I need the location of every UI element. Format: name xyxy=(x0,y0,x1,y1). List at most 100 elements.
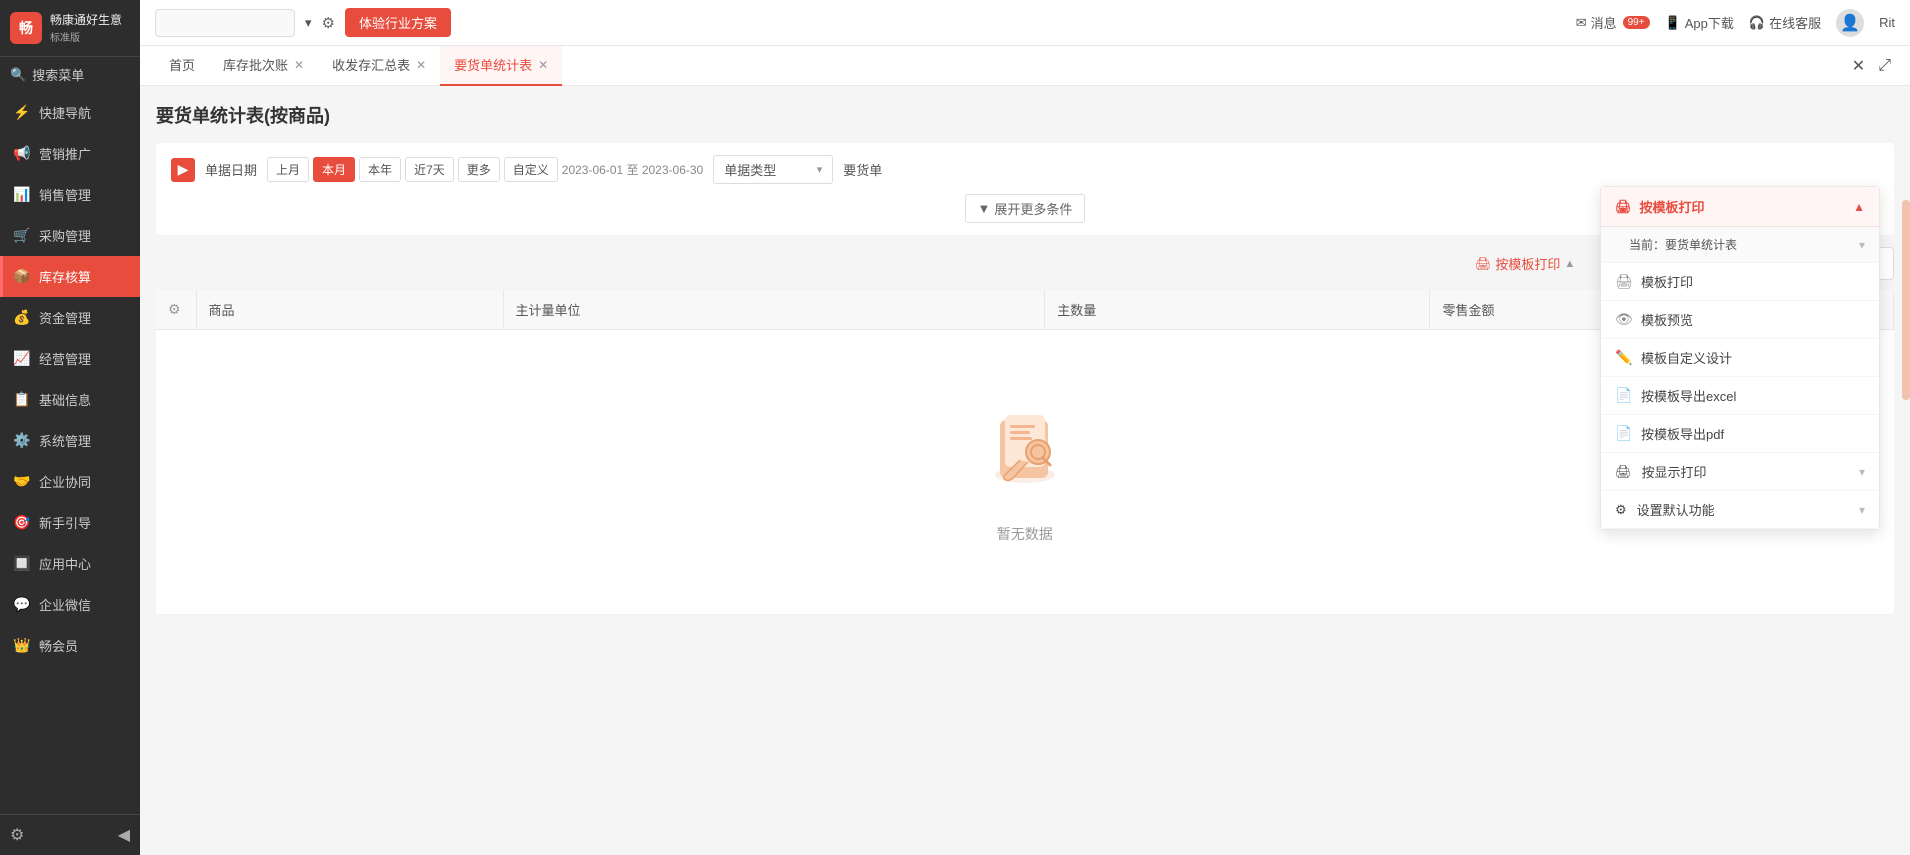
page-title: 要货单统计表(按商品) xyxy=(156,102,1894,128)
messages-action[interactable]: ✉ 消息 99+ xyxy=(1576,13,1650,32)
sidebar-item-label: 经营管理 xyxy=(39,349,91,368)
expand-down-icon: ▼ xyxy=(978,201,991,216)
tab-order-stats[interactable]: 要货单统计表 ✕ xyxy=(440,46,562,86)
header-dropdown[interactable]: ▾ xyxy=(305,15,312,31)
sidebar-item-label: 采购管理 xyxy=(39,226,91,245)
goods-filter-label: 要货单 xyxy=(843,160,882,179)
table-header-unit: 主计量单位 xyxy=(503,290,1045,330)
close-tab-btn[interactable]: ✕ xyxy=(1848,52,1869,80)
dropdown-item-export-pdf[interactable]: 📄 按模板导出pdf xyxy=(1601,415,1879,453)
tab-inventory-batch-label: 库存批次账 xyxy=(223,55,288,74)
dropdown-header[interactable]: 🖨 按模板打印 ▲ xyxy=(1601,187,1879,227)
online-service-label: 在线客服 xyxy=(1769,13,1821,32)
avatar[interactable]: 👤 xyxy=(1836,9,1864,37)
app-logo: 畅 畅康通好生意 标准版 xyxy=(0,0,140,57)
date-btn-more[interactable]: 更多 xyxy=(458,157,500,182)
sidebar-search-label: 搜索菜单 xyxy=(32,65,84,84)
settings-footer-icon[interactable]: ⚙ xyxy=(10,825,24,845)
dropdown-collapse-icon[interactable]: ▲ xyxy=(1853,200,1865,214)
header-right: ✉ 消息 99+ 📱 App下载 🎧 在线客服 👤 Rit xyxy=(1576,9,1895,37)
dropdown-item-template-design[interactable]: ✏️ 模板自定义设计 xyxy=(1601,339,1879,377)
basic-icon: 📋 xyxy=(13,391,31,409)
dropdown-sub-display-print[interactable]: 🖨 按显示打印 ▾ xyxy=(1601,453,1879,491)
sidebar-item-marketing[interactable]: 📢 营销推广 xyxy=(0,133,140,174)
trial-button[interactable]: 体验行业方案 xyxy=(345,8,451,37)
tab-inventory-batch-close[interactable]: ✕ xyxy=(294,58,304,72)
sidebar-item-system[interactable]: ⚙️ 系统管理 xyxy=(0,420,140,461)
sidebar-item-member[interactable]: 👑 畅会员 xyxy=(0,625,140,666)
sidebar-item-apps[interactable]: 🔲 应用中心 xyxy=(0,543,140,584)
print-icon: 🖨 xyxy=(1475,256,1492,272)
sidebar-item-label: 营销推广 xyxy=(39,144,91,163)
marketing-icon: 📢 xyxy=(13,145,31,163)
sidebar-item-collab[interactable]: 🤝 企业协同 xyxy=(0,461,140,502)
date-filter-group: 上月 本月 本年 近7天 更多 自定义 2023-06-01 至 2023-06… xyxy=(267,157,703,182)
sidebar-item-label: 新手引导 xyxy=(39,513,91,532)
sidebar-item-guide[interactable]: 🎯 新手引导 xyxy=(0,502,140,543)
tab-summary-close[interactable]: ✕ xyxy=(416,58,426,72)
header-search-input[interactable] xyxy=(155,9,295,37)
sidebar-search[interactable]: 🔍 搜索菜单 xyxy=(0,57,140,92)
collab-icon: 🤝 xyxy=(13,473,31,491)
sidebar-item-label: 销售管理 xyxy=(39,185,91,204)
dropdown-sub-default-settings[interactable]: ⚙ 设置默认功能 ▾ xyxy=(1601,491,1879,529)
messages-label: 消息 xyxy=(1591,13,1617,32)
sidebar-item-label: 基础信息 xyxy=(39,390,91,409)
date-btn-this-month[interactable]: 本月 xyxy=(313,157,355,182)
sidebar-item-label: 快捷导航 xyxy=(39,103,91,122)
table-header-quantity: 主数量 xyxy=(1045,290,1430,330)
sidebar-item-sales[interactable]: 📊 销售管理 xyxy=(0,174,140,215)
export-excel-icon: 📄 xyxy=(1615,387,1631,404)
tab-home-label: 首页 xyxy=(169,55,195,74)
dropdown-title: 按模板打印 xyxy=(1640,197,1705,216)
dropdown-item-label: 模板预览 xyxy=(1641,310,1693,329)
dropdown-current-arrow-icon: ▾ xyxy=(1859,238,1865,252)
sales-icon: 📊 xyxy=(13,186,31,204)
dropdown-sub-label: 设置默认功能 xyxy=(1637,500,1715,519)
print-template-button[interactable]: 🖨 按模板打印 ▲ xyxy=(1463,249,1587,278)
date-btn-last-month[interactable]: 上月 xyxy=(267,157,309,182)
app-download-action[interactable]: 📱 App下载 xyxy=(1665,13,1734,32)
sidebar-item-wechat[interactable]: 💬 企业微信 xyxy=(0,584,140,625)
member-icon: 👑 xyxy=(13,637,31,655)
date-btn-this-year[interactable]: 本年 xyxy=(359,157,401,182)
date-btn-custom[interactable]: 自定义 xyxy=(504,157,558,182)
expand-more-button[interactable]: ▼ 展开更多条件 xyxy=(965,194,1086,223)
date-filter-label: 单据日期 xyxy=(205,160,257,179)
tab-home[interactable]: 首页 xyxy=(155,46,209,86)
avatar-icon: 👤 xyxy=(1840,13,1860,33)
sidebar-item-label: 系统管理 xyxy=(39,431,91,450)
right-scrollbar[interactable] xyxy=(1902,200,1910,400)
table-settings-icon[interactable]: ⚙ xyxy=(168,301,181,317)
sidebar-item-quick-nav[interactable]: ⚡ 快捷导航 xyxy=(0,92,140,133)
dropdown-item-template-print[interactable]: 🖨 模板打印 xyxy=(1601,263,1879,301)
filter-expand-button[interactable]: ▶ xyxy=(171,158,195,182)
dropdown-item-export-excel[interactable]: 📄 按模板导出excel xyxy=(1601,377,1879,415)
search-icon: 🔍 xyxy=(10,67,26,83)
tab-summary[interactable]: 收发存汇总表 ✕ xyxy=(318,46,440,86)
app-download-label: App下载 xyxy=(1685,13,1734,32)
dropdown-item-template-preview[interactable]: 👁 模板预览 xyxy=(1601,301,1879,339)
sidebar-item-finance[interactable]: 💰 资金管理 xyxy=(0,297,140,338)
tab-inventory-batch[interactable]: 库存批次账 ✕ xyxy=(209,46,318,86)
sidebar-item-basic[interactable]: 📋 基础信息 xyxy=(0,379,140,420)
app-tag: 标准版 xyxy=(50,29,122,44)
type-filter-label: 单据类型 xyxy=(724,160,776,179)
tabs-bar: 首页 库存批次账 ✕ 收发存汇总表 ✕ 要货单统计表 ✕ ✕ ⤢ xyxy=(140,46,1910,86)
sidebar-item-inventory[interactable]: 📦 库存核算 xyxy=(0,256,140,297)
maximize-tab-btn[interactable]: ⤢ xyxy=(1874,53,1895,79)
header-gear-icon[interactable]: ⚙ xyxy=(322,14,335,32)
online-service-action[interactable]: 🎧 在线客服 xyxy=(1749,13,1821,32)
sidebar-item-purchase[interactable]: 🛒 采购管理 xyxy=(0,215,140,256)
type-filter-select[interactable]: 单据类型 ▾ xyxy=(713,155,833,184)
sidebar-nav: ⚡ 快捷导航 📢 营销推广 📊 销售管理 🛒 采购管理 📦 库存核算 💰 资金管… xyxy=(0,92,140,814)
dropdown-current-item[interactable]: 当前：要货单统计表 ▾ xyxy=(1601,227,1879,263)
sidebar-item-operations[interactable]: 📈 经营管理 xyxy=(0,338,140,379)
tab-order-stats-label: 要货单统计表 xyxy=(454,55,532,74)
empty-illustration xyxy=(980,400,1070,490)
date-btn-7days[interactable]: 近7天 xyxy=(405,157,454,182)
collapse-icon[interactable]: ◀ xyxy=(118,825,130,845)
apps-icon: 🔲 xyxy=(13,555,31,573)
default-settings-arrow-icon: ▾ xyxy=(1859,503,1865,517)
tab-order-stats-close[interactable]: ✕ xyxy=(538,58,548,72)
